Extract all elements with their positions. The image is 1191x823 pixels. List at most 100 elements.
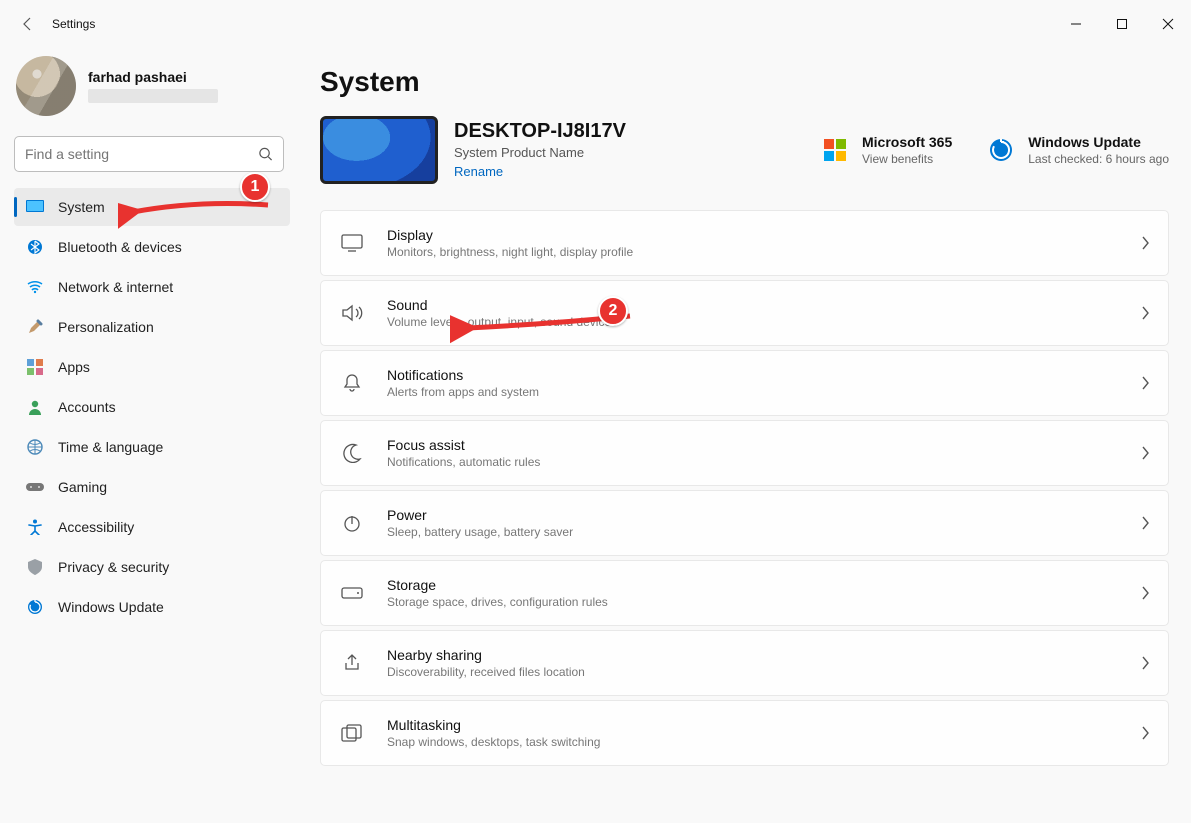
system-icon xyxy=(26,198,44,216)
sidebar-item-label: Accounts xyxy=(58,399,116,415)
sidebar-item-label: Accessibility xyxy=(58,519,134,535)
card-sound[interactable]: Sound Volume levels, output, input, sound… xyxy=(320,280,1169,346)
sidebar-item-apps[interactable]: Apps xyxy=(14,348,290,386)
device-info: DESKTOP-IJ8I17V System Product Name Rena… xyxy=(454,120,626,181)
card-sub: Notifications, automatic rules xyxy=(387,455,1118,469)
sidebar-item-time-language[interactable]: Time & language xyxy=(14,428,290,466)
close-button[interactable] xyxy=(1145,8,1191,40)
card-sub: Storage space, drives, configuration rul… xyxy=(387,595,1118,609)
chevron-right-icon xyxy=(1140,656,1150,670)
back-button[interactable] xyxy=(18,14,38,34)
card-sub: Monitors, brightness, night light, displ… xyxy=(387,245,1118,259)
windows-update-link[interactable]: Windows Update Last checked: 6 hours ago xyxy=(986,134,1169,166)
card-sub: Volume levels, output, input, sound devi… xyxy=(387,315,1118,329)
sidebar-item-privacy[interactable]: Privacy & security xyxy=(14,548,290,586)
m365-sub: View benefits xyxy=(862,152,952,166)
sidebar-item-label: Windows Update xyxy=(58,599,164,615)
chevron-right-icon xyxy=(1140,586,1150,600)
card-focus-assist[interactable]: Focus assist Notifications, automatic rul… xyxy=(320,420,1169,486)
sidebar-item-system[interactable]: System xyxy=(14,188,290,226)
device-name: DESKTOP-IJ8I17V xyxy=(454,120,626,143)
share-icon xyxy=(339,653,365,673)
card-title: Notifications xyxy=(387,367,1118,383)
m365-title: Microsoft 365 xyxy=(862,134,952,150)
card-title: Storage xyxy=(387,577,1118,593)
card-display[interactable]: Display Monitors, brightness, night light… xyxy=(320,210,1169,276)
sidebar: farhad pashaei System Bluetooth & device… xyxy=(0,48,300,823)
globe-clock-icon xyxy=(26,438,44,456)
sidebar-item-bluetooth[interactable]: Bluetooth & devices xyxy=(14,228,290,266)
card-sub: Discoverability, received files location xyxy=(387,665,1118,679)
accessibility-icon xyxy=(26,518,44,536)
display-icon xyxy=(339,234,365,252)
chevron-right-icon xyxy=(1140,516,1150,530)
chevron-right-icon xyxy=(1140,726,1150,740)
sidebar-item-network[interactable]: Network & internet xyxy=(14,268,290,306)
microsoft-365-link[interactable]: Microsoft 365 View benefits xyxy=(820,134,952,166)
windows-update-icon xyxy=(986,135,1016,165)
card-title: Focus assist xyxy=(387,437,1118,453)
card-title: Display xyxy=(387,227,1118,243)
card-sub: Alerts from apps and system xyxy=(387,385,1118,399)
card-power[interactable]: Power Sleep, battery usage, battery saver xyxy=(320,490,1169,556)
main-content: System DESKTOP-IJ8I17V System Product Na… xyxy=(300,48,1191,823)
card-multitasking[interactable]: Multitasking Snap windows, desktops, task… xyxy=(320,700,1169,766)
apps-icon xyxy=(26,358,44,376)
chevron-right-icon xyxy=(1140,236,1150,250)
sidebar-item-label: System xyxy=(58,199,105,215)
update-sub: Last checked: 6 hours ago xyxy=(1028,152,1169,166)
card-title: Multitasking xyxy=(387,717,1118,733)
avatar xyxy=(16,56,76,116)
sidebar-item-accessibility[interactable]: Accessibility xyxy=(14,508,290,546)
card-sub: Snap windows, desktops, task switching xyxy=(387,735,1118,749)
bluetooth-icon xyxy=(26,238,44,256)
shield-icon xyxy=(26,558,44,576)
moon-icon xyxy=(339,443,365,463)
card-sub: Sleep, battery usage, battery saver xyxy=(387,525,1118,539)
sidebar-item-label: Apps xyxy=(58,359,90,375)
gamepad-icon xyxy=(26,478,44,496)
page-title: System xyxy=(320,66,1169,98)
device-bar: DESKTOP-IJ8I17V System Product Name Rena… xyxy=(320,116,1169,184)
profile-name: farhad pashaei xyxy=(88,69,218,85)
sidebar-item-label: Bluetooth & devices xyxy=(58,239,182,255)
microsoft-365-icon xyxy=(820,135,850,165)
wifi-icon xyxy=(26,278,44,296)
minimize-button[interactable] xyxy=(1053,8,1099,40)
card-title: Sound xyxy=(387,297,1118,313)
chevron-right-icon xyxy=(1140,376,1150,390)
sidebar-item-gaming[interactable]: Gaming xyxy=(14,468,290,506)
card-title: Nearby sharing xyxy=(387,647,1118,663)
sidebar-item-personalization[interactable]: Personalization xyxy=(14,308,290,346)
card-title: Power xyxy=(387,507,1118,523)
update-icon xyxy=(26,598,44,616)
maximize-button[interactable] xyxy=(1099,8,1145,40)
device-product: System Product Name xyxy=(454,145,626,160)
chevron-right-icon xyxy=(1140,306,1150,320)
window-controls xyxy=(1053,8,1191,40)
storage-icon xyxy=(339,587,365,599)
sidebar-item-label: Privacy & security xyxy=(58,559,169,575)
sidebar-item-label: Network & internet xyxy=(58,279,173,295)
card-storage[interactable]: Storage Storage space, drives, configurat… xyxy=(320,560,1169,626)
update-title: Windows Update xyxy=(1028,134,1169,150)
power-icon xyxy=(339,513,365,533)
title-bar: Settings xyxy=(0,0,1191,48)
search-input[interactable] xyxy=(15,137,283,171)
person-icon xyxy=(26,398,44,416)
sidebar-item-label: Time & language xyxy=(58,439,163,455)
sidebar-item-accounts[interactable]: Accounts xyxy=(14,388,290,426)
sidebar-item-windows-update[interactable]: Windows Update xyxy=(14,588,290,626)
sound-icon xyxy=(339,304,365,322)
card-notifications[interactable]: Notifications Alerts from apps and system xyxy=(320,350,1169,416)
profile-email-redacted xyxy=(88,89,218,103)
sidebar-item-label: Personalization xyxy=(58,319,154,335)
profile-block[interactable]: farhad pashaei xyxy=(14,56,290,128)
card-nearby-sharing[interactable]: Nearby sharing Discoverability, received … xyxy=(320,630,1169,696)
chevron-right-icon xyxy=(1140,446,1150,460)
paintbrush-icon xyxy=(26,318,44,336)
search-box[interactable] xyxy=(14,136,284,172)
sidebar-nav: System Bluetooth & devices Network & int… xyxy=(14,188,290,626)
search-icon xyxy=(258,147,273,162)
rename-link[interactable]: Rename xyxy=(454,164,503,179)
